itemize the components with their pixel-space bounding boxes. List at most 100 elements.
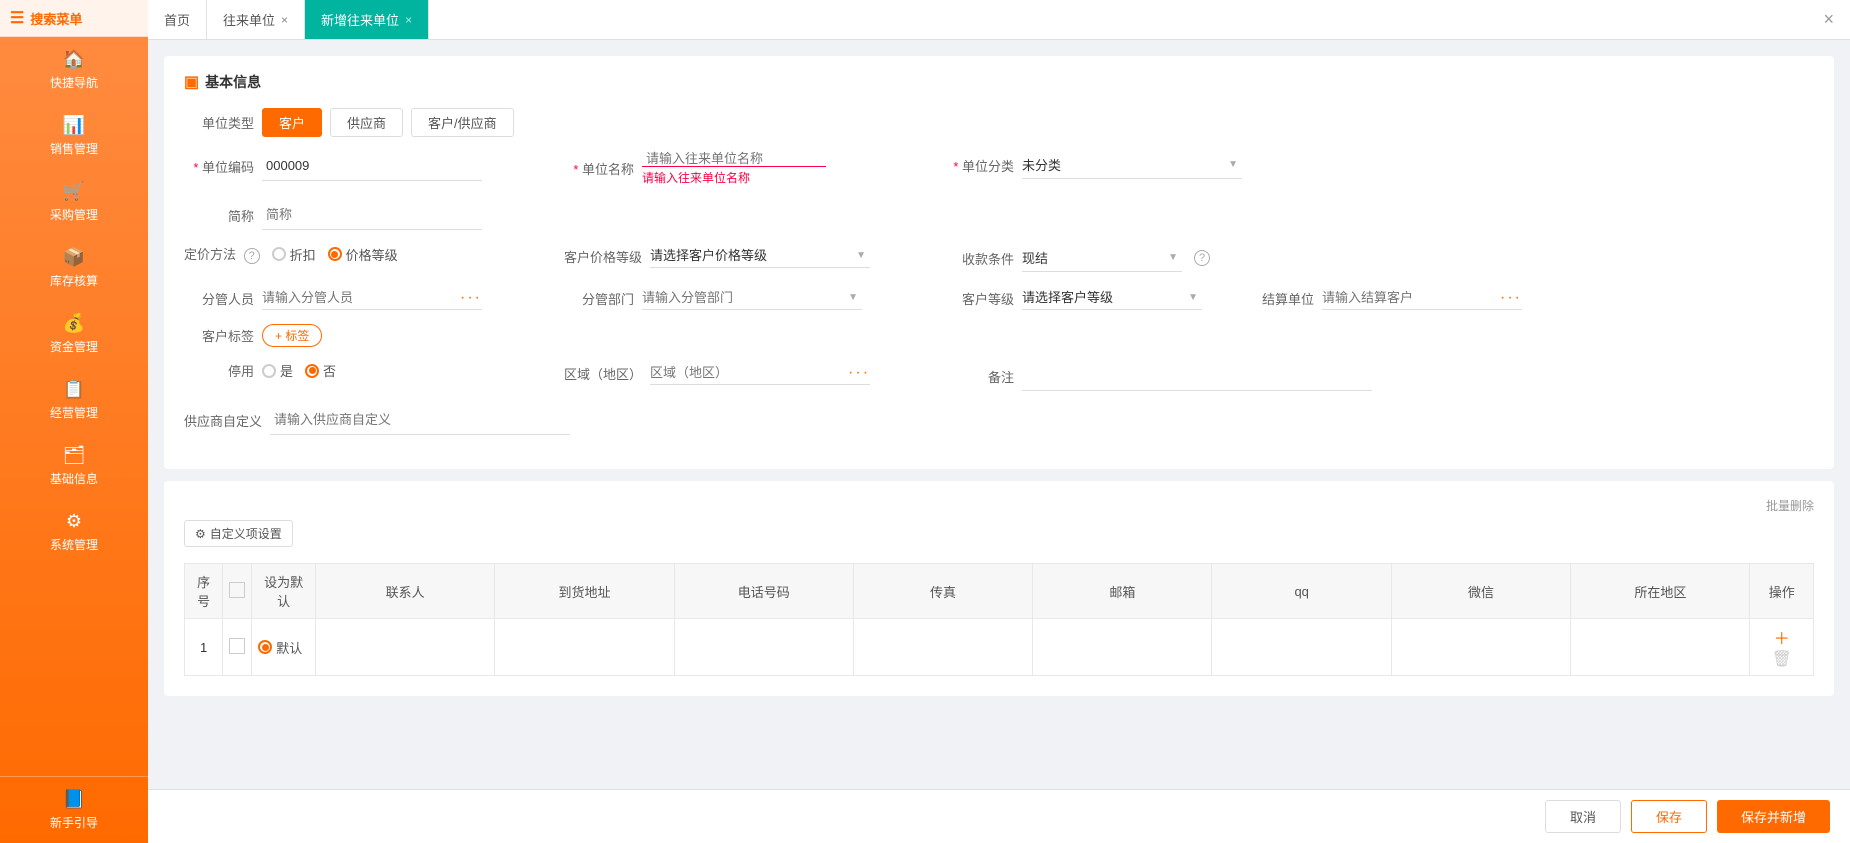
tab-new-partner[interactable]: 新增往来单位 ×: [305, 0, 429, 39]
manager-group: 分管人员 ···: [184, 286, 564, 310]
dept-input[interactable]: [642, 286, 862, 309]
manager-ellipsis[interactable]: ···: [460, 289, 482, 307]
region-ellipsis[interactable]: ···: [848, 364, 870, 382]
remark-input[interactable]: [1022, 361, 1372, 391]
qq-input[interactable]: [1218, 640, 1384, 655]
close-all-tabs[interactable]: ×: [1823, 9, 1834, 30]
contact-table: 序号 设为默认 联系人 到货地址 电话号码 传真 邮箱 qq 微信 所在地区 操…: [184, 563, 1814, 676]
disabled-no-radio[interactable]: 否: [305, 361, 336, 380]
batch-delete-area: 批量删除: [184, 497, 1814, 514]
settlement-input[interactable]: [1322, 286, 1500, 309]
phone-input[interactable]: [681, 640, 847, 655]
sidebar-item-inventory[interactable]: 📦 库存核算: [0, 235, 148, 301]
type-btn-supplier[interactable]: 供应商: [330, 108, 403, 137]
basic-info-card: ▣ 基本信息 单位类型 客户 供应商 客户/供应商 单位编码: [164, 56, 1834, 469]
col-seq: 序号: [185, 564, 223, 619]
type-btn-customer[interactable]: 客户: [262, 108, 322, 137]
batch-delete-button[interactable]: 批量删除: [1766, 497, 1814, 514]
address-input[interactable]: [501, 640, 667, 655]
close-new-partner-tab[interactable]: ×: [405, 13, 412, 27]
cell-phone: [674, 619, 853, 676]
sidebar-item-sales[interactable]: 📊 销售管理: [0, 103, 148, 169]
operation-icon: 📋: [63, 379, 85, 400]
cell-fax: [853, 619, 1032, 676]
tags-label: 客户标签: [184, 326, 254, 345]
contact-table-card: 批量删除 ⚙ 自定义项设置 序号 设为默认 联系人 到货地址 电话号码: [164, 481, 1834, 696]
payment-label: 收款条件: [944, 249, 1014, 268]
sidebar-item-finance[interactable]: 💰 资金管理: [0, 301, 148, 367]
save-new-button[interactable]: 保存并新增: [1717, 800, 1830, 833]
sidebar-item-system[interactable]: ⚙ 系统管理: [0, 499, 148, 565]
default-radio[interactable]: 默认: [258, 638, 309, 657]
cell-qq: [1212, 619, 1391, 676]
cell-address: [495, 619, 674, 676]
unit-category-value: 未分类: [1022, 151, 1242, 178]
footer: 取消 保存 保存并新增: [148, 789, 1850, 843]
pricing-label: 定价方法 ?: [184, 244, 260, 264]
unit-code-input[interactable]: [262, 151, 482, 181]
manager-input[interactable]: [262, 286, 460, 309]
settlement-ellipsis[interactable]: ···: [1500, 289, 1522, 307]
sidebar-item-operation[interactable]: 📋 经营管理: [0, 367, 148, 433]
pricing-level-radio[interactable]: 价格等级: [328, 245, 398, 264]
search-menu-button[interactable]: ☰ 搜索菜单: [0, 0, 148, 37]
region-input[interactable]: [650, 361, 848, 384]
disabled-label: 停用: [184, 361, 254, 380]
supplier-custom-input[interactable]: [270, 405, 570, 435]
contact-input[interactable]: [322, 640, 488, 655]
sidebar: ☰ 搜索菜单 🏠 快捷导航 📊 销售管理 🛒 采购管理 📦 库存核算 💰 资金管…: [0, 0, 148, 843]
sidebar-item-guide[interactable]: 📘 新手引导: [0, 777, 148, 843]
home-icon: 🏠: [63, 49, 85, 70]
delete-row-button[interactable]: 🗑: [1769, 649, 1795, 669]
main-area: 首页 往来单位 × 新增往来单位 × × ▣ 基本信息 单位类型 客户: [148, 0, 1850, 843]
tab-partners[interactable]: 往来单位 ×: [207, 0, 305, 39]
save-button[interactable]: 保存: [1631, 800, 1707, 833]
pricing-help-icon[interactable]: ?: [244, 248, 260, 264]
col-wechat: 微信: [1391, 564, 1570, 619]
unit-category-label: 单位分类: [944, 156, 1014, 175]
dept-label: 分管部门: [564, 289, 634, 308]
col-fax: 传真: [853, 564, 1032, 619]
customer-price-group: 客户价格等级 请选择客户价格等级 ▼: [564, 244, 944, 268]
type-btn-both[interactable]: 客户/供应商: [411, 108, 514, 137]
disabled-yes-radio[interactable]: 是: [262, 361, 293, 380]
pricing-discount-radio[interactable]: 折扣: [272, 245, 316, 264]
select-all-checkbox[interactable]: [229, 582, 245, 598]
dept-group: 分管部门 ▼: [564, 286, 944, 310]
customer-price-label: 客户价格等级: [564, 247, 642, 266]
unit-code-group: 单位编码: [184, 151, 564, 181]
settlement-label: 结算单位: [1244, 289, 1314, 308]
fax-input[interactable]: [860, 640, 1026, 655]
wechat-input[interactable]: [1398, 640, 1564, 655]
payment-help-icon[interactable]: ?: [1194, 250, 1210, 266]
custom-settings-button[interactable]: ⚙ 自定义项设置: [184, 520, 293, 547]
sidebar-item-purchase[interactable]: 🛒 采购管理: [0, 169, 148, 235]
close-partners-tab[interactable]: ×: [281, 13, 288, 27]
abbr-row: 简称: [184, 200, 1814, 230]
cell-email: [1033, 619, 1212, 676]
disabled-yes-circle: [262, 364, 276, 378]
customer-level-select[interactable]: 请选择客户等级: [1022, 286, 1202, 309]
tab-home[interactable]: 首页: [148, 0, 207, 39]
email-input[interactable]: [1039, 640, 1205, 655]
unit-name-input[interactable]: [642, 151, 826, 167]
region-table-input[interactable]: [1577, 640, 1743, 655]
cell-contact: [316, 619, 495, 676]
sidebar-item-basic[interactable]: 🗂 基础信息: [0, 433, 148, 499]
sidebar-item-quick-nav[interactable]: 🏠 快捷导航: [0, 37, 148, 103]
add-row-button[interactable]: ＋: [1771, 625, 1793, 649]
col-email: 邮箱: [1033, 564, 1212, 619]
remark-label: 备注: [944, 367, 1014, 386]
cancel-button[interactable]: 取消: [1545, 800, 1621, 833]
system-icon: ⚙: [66, 511, 82, 532]
unit-type-buttons: 客户 供应商 客户/供应商: [262, 108, 514, 137]
add-tag-button[interactable]: + 标签: [262, 324, 322, 347]
col-address: 到货地址: [495, 564, 674, 619]
customer-price-select[interactable]: 请选择客户价格等级: [650, 244, 870, 267]
abbr-input[interactable]: [262, 200, 482, 230]
region-label: 区域（地区）: [564, 364, 642, 383]
section-title-icon: ▣: [184, 72, 199, 92]
search-menu-label: 搜索菜单: [30, 9, 82, 28]
supplier-custom-label: 供应商自定义: [184, 411, 262, 430]
row-checkbox[interactable]: [229, 638, 245, 654]
